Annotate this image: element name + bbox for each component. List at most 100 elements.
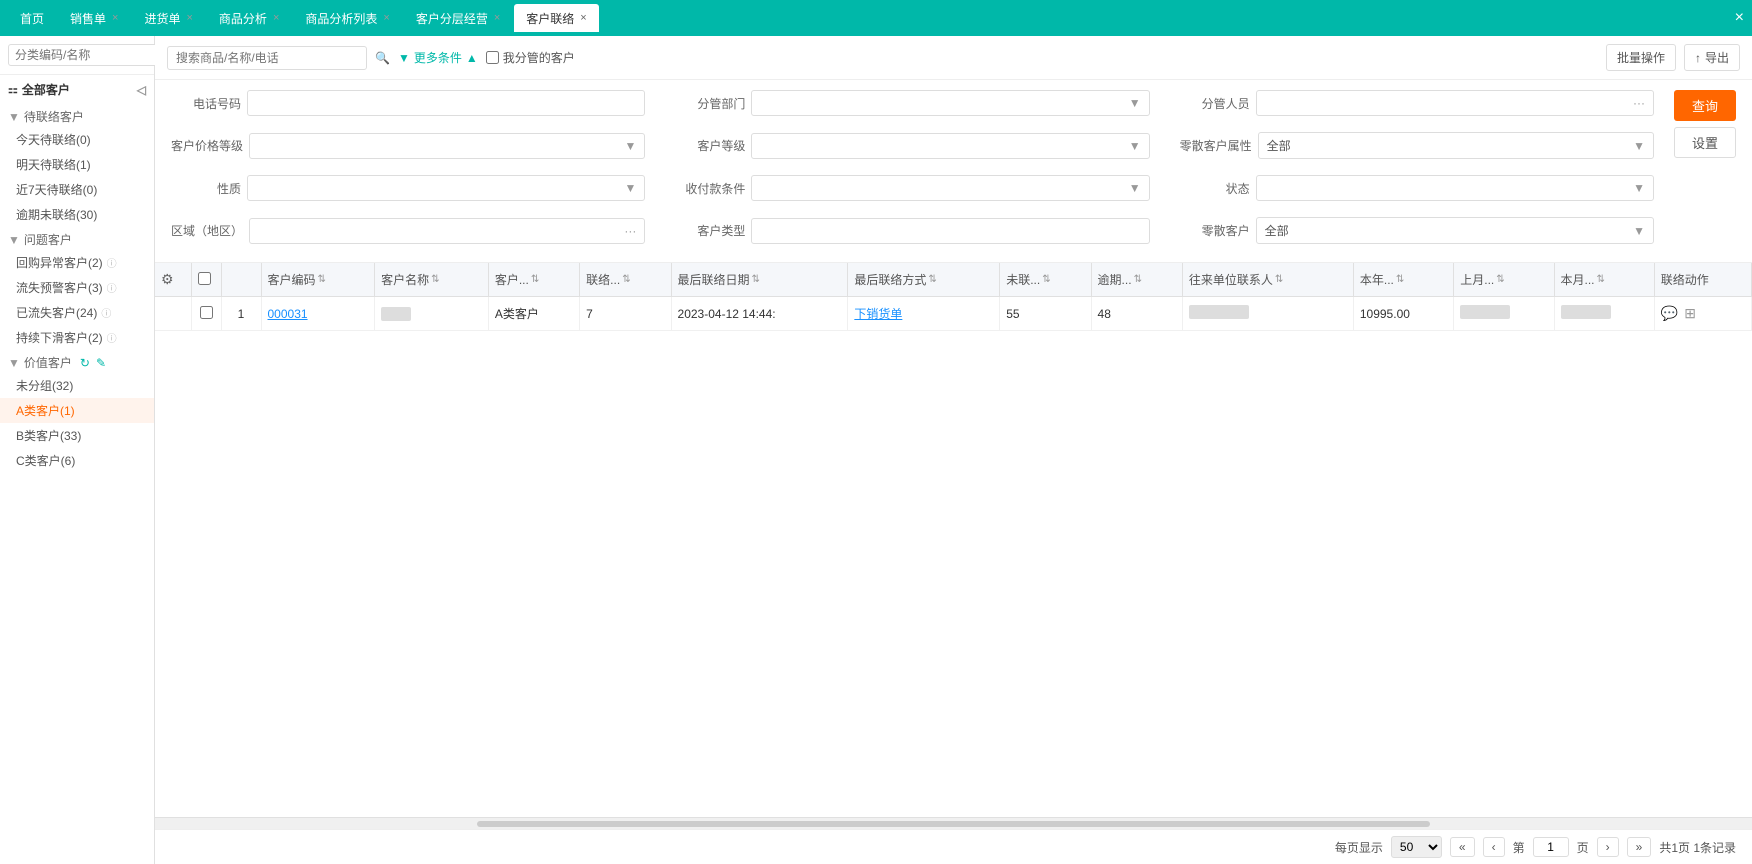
sidebar-item-class-c[interactable]: C类客户(6) [0, 448, 154, 473]
gear-settings-icon[interactable]: ⚙ [161, 271, 174, 287]
sidebar-item-repurchase-abnormal[interactable]: 回购异常客户(2) ⓘ [0, 250, 154, 275]
table-scroll[interactable]: ⚙ 客户编码 ⇅ [155, 263, 1752, 817]
sort-no-contact-icon[interactable]: ⇅ [1042, 274, 1050, 285]
sidebar-group-problem[interactable]: ▼ 问题客户 [0, 227, 154, 250]
field-status: 状态 ▼ [1180, 175, 1654, 201]
th-action: 联络动作 [1654, 263, 1751, 297]
sidebar-item-overdue[interactable]: 逾期未联络(30) [0, 202, 154, 227]
tab-goods-analysis-list[interactable]: 商品分析列表 × [293, 4, 401, 32]
customer-level-select[interactable]: ▼ [751, 133, 1149, 159]
tab-goods-analysis[interactable]: 商品分析 × [207, 4, 291, 32]
my-customers-check[interactable] [486, 51, 499, 64]
sidebar-item-unclassified[interactable]: 未分组(32) [0, 373, 154, 398]
action-qr-icon[interactable]: ⊞ [1684, 305, 1696, 322]
sort-overdue-icon[interactable]: ⇅ [1134, 274, 1142, 285]
nature-select[interactable]: ▼ [247, 175, 645, 201]
row-last-method-cell: 下销货单 [848, 297, 1000, 331]
sidebar-item-class-b[interactable]: B类客户(33) [0, 423, 154, 448]
sidebar-item-class-a[interactable]: A类客户(1) [0, 398, 154, 423]
close-tab-customer-tier[interactable]: × [494, 12, 500, 24]
sort-last-method-icon[interactable]: ⇅ [928, 274, 936, 285]
scrollbar-thumb[interactable] [477, 821, 1430, 827]
dept-select[interactable]: ▼ [751, 90, 1149, 116]
adv-filter-row-2: 客户价格等级 ▼ 客户等级 ▼ [171, 132, 1654, 159]
sidebar-group-value[interactable]: ▼ 价值客户 ↻ ✎ [0, 350, 154, 373]
table-header-row: ⚙ 客户编码 ⇅ [155, 263, 1752, 297]
sort-name-icon[interactable]: ⇅ [431, 274, 439, 285]
sidebar-item-tomorrow[interactable]: 明天待联络(1) [0, 152, 154, 177]
sidebar-refresh-icon[interactable]: ↻ [80, 356, 90, 370]
export-icon: ↑ [1695, 51, 1701, 65]
field-price-level: 客户价格等级 ▼ [171, 133, 645, 159]
th-unit-contact: 往来单位联系人 ⇅ [1182, 263, 1353, 297]
close-tab-purchase[interactable]: × [186, 12, 192, 24]
th-name: 客户名称 ⇅ [375, 263, 489, 297]
filter-search-icon[interactable]: 🔍 [375, 51, 390, 65]
sidebar-collapse-icon[interactable]: ◁ [137, 83, 146, 97]
phone-input[interactable] [247, 90, 645, 116]
sidebar-item-7days[interactable]: 近7天待联络(0) [0, 177, 154, 202]
last-page-btn[interactable]: » [1627, 837, 1652, 857]
tab-customer-tier[interactable]: 客户分层经营 × [404, 4, 512, 32]
export-btn[interactable]: ↑ 导出 [1684, 44, 1740, 71]
sort-unit-contact-icon[interactable]: ⇅ [1275, 274, 1283, 285]
next-page-btn[interactable]: › [1597, 837, 1619, 857]
manager-input[interactable]: ··· [1256, 90, 1654, 116]
price-level-select[interactable]: ▼ [249, 133, 645, 159]
batch-ops-btn[interactable]: 批量操作 [1606, 44, 1676, 71]
setting-btn[interactable]: 设置 [1674, 127, 1736, 158]
first-page-btn[interactable]: « [1450, 837, 1475, 857]
last-method-link[interactable]: 下销货单 [854, 307, 902, 321]
tab-sales[interactable]: 销售单 × [58, 4, 130, 32]
page-size-select[interactable]: 20 50 100 200 [1391, 836, 1442, 858]
action-chat-icon[interactable]: 💬 [1661, 305, 1678, 322]
sort-this-year-icon[interactable]: ⇅ [1396, 274, 1404, 285]
status-select[interactable]: ▼ [1256, 175, 1654, 201]
sidebar-edit-icon[interactable]: ✎ [96, 356, 106, 370]
select-all-checkbox[interactable] [198, 272, 211, 285]
sidebar-item-declining[interactable]: 持续下滑客户(2) ⓘ [0, 325, 154, 350]
field-phone: 电话号码 [171, 90, 645, 116]
row-last-date-cell: 2023-04-12 14:44: [671, 297, 848, 331]
th-type: 客户... ⇅ [488, 263, 579, 297]
sort-this-month-icon[interactable]: ⇅ [1597, 274, 1605, 285]
close-tab-goods-analysis[interactable]: × [273, 12, 279, 24]
sort-last-date-icon[interactable]: ⇅ [752, 274, 760, 285]
payment-select[interactable]: ▼ [751, 175, 1149, 201]
page-input[interactable] [1533, 837, 1569, 857]
tab-customer-contact[interactable]: 客户联络 × [514, 4, 598, 32]
close-tab-sales[interactable]: × [112, 12, 118, 24]
sidebar-item-churn-warning[interactable]: 流失预警客户(3) ⓘ [0, 275, 154, 300]
sort-contact-icon[interactable]: ⇅ [622, 274, 630, 285]
th-last-month: 上月... ⇅ [1454, 263, 1554, 297]
prev-page-btn[interactable]: ‹ [1483, 837, 1505, 857]
sort-code-icon[interactable]: ⇅ [318, 274, 326, 285]
customer-type-input[interactable] [751, 218, 1149, 244]
customer-code-link[interactable]: 000031 [268, 307, 308, 321]
sidebar-all-customers[interactable]: ⚏ 全部客户 ◁ [0, 75, 154, 104]
sidebar-item-churned[interactable]: 已流失客户(24) ⓘ [0, 300, 154, 325]
row-name-cell: Ea [375, 297, 489, 331]
sort-type-icon[interactable]: ⇅ [531, 274, 539, 285]
sidebar-item-today[interactable]: 今天待联络(0) [0, 127, 154, 152]
close-tab-goods-analysis-list[interactable]: × [383, 12, 389, 24]
customer-name-masked: Ea [381, 307, 411, 321]
tab-home[interactable]: 首页 [8, 4, 56, 32]
retail-customer-select[interactable]: 全部 ▼ [1256, 217, 1654, 244]
my-customers-checkbox[interactable]: 我分管的客户 [486, 49, 575, 66]
close-tab-customer-contact[interactable]: × [580, 12, 586, 24]
region-more[interactable]: ··· [624, 224, 636, 238]
manager-more[interactable]: ··· [1633, 96, 1645, 110]
sidebar-group-pending[interactable]: ▼ 待联络客户 [0, 104, 154, 127]
sidebar-search-input[interactable] [8, 44, 177, 66]
filter-search-input[interactable] [167, 46, 367, 70]
row-checkbox[interactable] [200, 306, 213, 319]
close-window[interactable]: × [1735, 9, 1744, 27]
sort-last-month-icon[interactable]: ⇅ [1496, 274, 1504, 285]
tab-purchase[interactable]: 进货单 × [132, 4, 204, 32]
region-input[interactable]: ··· [249, 218, 645, 244]
query-btn[interactable]: 查询 [1674, 90, 1736, 121]
table-area: ⚙ 客户编码 ⇅ [155, 263, 1752, 829]
more-filters-btn[interactable]: ▼ 更多条件 ▲ [398, 49, 478, 66]
retail-attr-select[interactable]: 全部 ▼ [1258, 132, 1654, 159]
